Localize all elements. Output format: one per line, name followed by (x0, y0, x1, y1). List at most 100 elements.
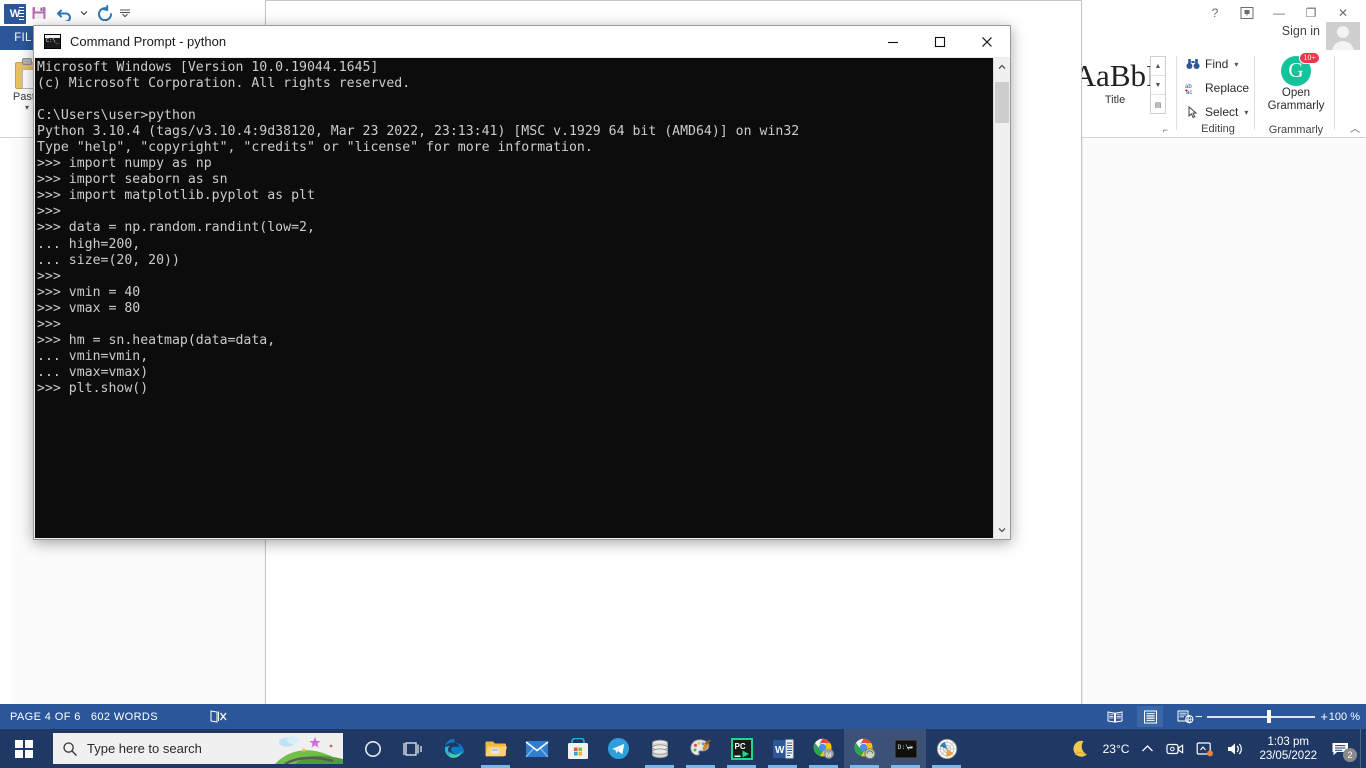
styles-scroll-down-icon[interactable]: ▼ (1151, 76, 1165, 95)
collapse-ribbon-button[interactable]: ︿ (1350, 120, 1360, 135)
style-name: Title (1104, 94, 1126, 106)
word-close-button[interactable]: ✕ (1328, 2, 1358, 24)
word-logo-icon: W (4, 4, 26, 24)
zoom-slider[interactable]: − + (1195, 710, 1328, 724)
show-desktop-button[interactable] (1360, 729, 1366, 768)
cmd-maximize-button[interactable] (916, 26, 963, 58)
read-mode-view-button[interactable] (1102, 706, 1128, 727)
volume-icon[interactable] (1220, 729, 1251, 768)
chrome-icon[interactable] (844, 729, 885, 768)
windows-logo-icon (14, 739, 33, 758)
page-indicator[interactable]: PAGE 4 OF 6 (10, 711, 81, 723)
paint-icon[interactable] (680, 729, 721, 768)
styles-dialog-launcher[interactable]: ⌐ (1163, 125, 1168, 135)
command-prompt-window[interactable]: Command Prompt - python Microsoft Window… (33, 25, 1011, 540)
taskbar-items: PC W M D:\> (352, 729, 967, 768)
zoom-out-button[interactable]: − (1195, 710, 1203, 723)
search-input[interactable]: Type here to search (53, 733, 343, 764)
scrollbar-thumb[interactable] (995, 82, 1009, 123)
undo-icon[interactable] (52, 1, 78, 25)
print-layout-view-button[interactable] (1137, 706, 1163, 727)
show-hidden-icons-button[interactable] (1135, 729, 1160, 768)
weather-moon-icon[interactable] (1063, 729, 1097, 768)
grammarly-group-label: Grammarly (1268, 124, 1324, 136)
styles-gallery-scroll[interactable]: ▲ ▼ ▤ (1150, 56, 1166, 114)
cmd-title-bar[interactable]: Command Prompt - python (34, 26, 1010, 58)
svg-text:M: M (826, 752, 832, 759)
zoom-in-button[interactable]: + (1320, 710, 1328, 723)
grammarly-line-1: Open (1281, 87, 1311, 99)
replace-label: Replace (1205, 81, 1250, 95)
styles-more-icon[interactable]: ▤ (1151, 95, 1165, 114)
style-preview: AaBbI (1073, 57, 1157, 93)
microsoft-edge-icon[interactable] (434, 729, 475, 768)
console-output-area[interactable]: Microsoft Windows [Version 10.0.19044.16… (35, 58, 1009, 538)
word-status-bar: PAGE 4 OF 6 602 WORDS − + 100 % (0, 704, 1366, 729)
grammarly-badge: 10+ (1299, 52, 1320, 64)
cmd-minimize-button[interactable] (869, 26, 916, 58)
console-scrollbar[interactable] (993, 58, 1010, 538)
start-button[interactable] (0, 729, 47, 768)
mail-icon[interactable] (516, 729, 557, 768)
style-title[interactable]: AaBbI Title (1073, 56, 1157, 114)
ribbon-display-options-icon[interactable] (1232, 2, 1262, 24)
grammarly-line-2: Grammarly (1267, 100, 1325, 112)
help-button[interactable]: ? (1200, 2, 1230, 24)
microsoft-store-icon[interactable] (557, 729, 598, 768)
cmd-window-controls (869, 26, 1010, 58)
clock[interactable]: 1:03 pm 23/05/2022 (1251, 735, 1325, 763)
temperature-label[interactable]: 23°C (1097, 729, 1136, 768)
taskbar: Type here to search PC W M D:\> 23°C 1:0… (0, 729, 1366, 768)
console-icon (44, 34, 61, 49)
customize-qat-icon[interactable] (116, 1, 134, 25)
zoom-slider-thumb[interactable] (1267, 710, 1271, 723)
search-icon (53, 741, 87, 757)
svg-text:PC: PC (734, 742, 745, 751)
system-tray: 23°C 1:03 pm 23/05/2022 2 (1063, 729, 1366, 768)
scroll-down-icon[interactable] (994, 521, 1010, 538)
select-arrow-icon (1184, 105, 1201, 119)
replace-icon: ab ac (1184, 82, 1201, 95)
matplotlib-figure-icon[interactable] (926, 729, 967, 768)
svg-text:W: W (775, 745, 785, 756)
pycharm-icon[interactable]: PC (721, 729, 762, 768)
search-illustration (275, 733, 343, 764)
database-icon[interactable] (639, 729, 680, 768)
find-button[interactable]: Find ▾ (1182, 52, 1254, 76)
search-placeholder-text: Type here to search (87, 741, 202, 756)
zoom-level[interactable]: 100 % (1324, 711, 1360, 723)
cortana-icon[interactable] (352, 729, 393, 768)
file-explorer-icon[interactable] (475, 729, 516, 768)
cmd-title-text: Command Prompt - python (70, 34, 227, 49)
styles-scroll-up-icon[interactable]: ▲ (1151, 57, 1165, 76)
redo-icon[interactable] (90, 1, 116, 25)
grammarly-icon: G 10+ (1281, 52, 1320, 86)
select-button[interactable]: Select ▾ (1182, 100, 1254, 124)
cmd-close-button[interactable] (963, 26, 1010, 58)
proofing-errors-icon[interactable] (210, 709, 228, 724)
notifications-icon[interactable]: 2 (1325, 729, 1360, 768)
save-icon[interactable] (26, 1, 52, 25)
clock-time: 1:03 pm (1267, 735, 1309, 748)
word-minimize-button[interactable]: — (1264, 2, 1294, 24)
find-dropdown-caret[interactable]: ▾ (1234, 60, 1238, 69)
sign-in-link[interactable]: Sign in (1282, 24, 1320, 38)
editing-group-label: Editing (1201, 123, 1235, 135)
camera-icon[interactable] (1160, 729, 1190, 768)
canvas-right-margin (1083, 139, 1366, 704)
console-text: Microsoft Windows [Version 10.0.19044.16… (37, 60, 800, 396)
chrome-profile-m-icon[interactable]: M (803, 729, 844, 768)
replace-button[interactable]: ab ac Replace (1182, 76, 1254, 100)
select-dropdown-caret[interactable]: ▾ (1244, 108, 1248, 117)
screen-capture-icon[interactable] (1190, 729, 1220, 768)
word-icon[interactable]: W (762, 729, 803, 768)
undo-dropdown-icon[interactable] (78, 1, 90, 25)
word-restore-button[interactable]: ❐ (1296, 2, 1326, 24)
vertical-ruler (0, 139, 12, 704)
command-prompt-icon[interactable]: D:\> (885, 729, 926, 768)
scroll-up-icon[interactable] (994, 58, 1010, 75)
word-count[interactable]: 602 WORDS (91, 711, 158, 723)
avatar[interactable] (1326, 22, 1360, 52)
telegram-icon[interactable] (598, 729, 639, 768)
task-view-icon[interactable] (393, 729, 434, 768)
